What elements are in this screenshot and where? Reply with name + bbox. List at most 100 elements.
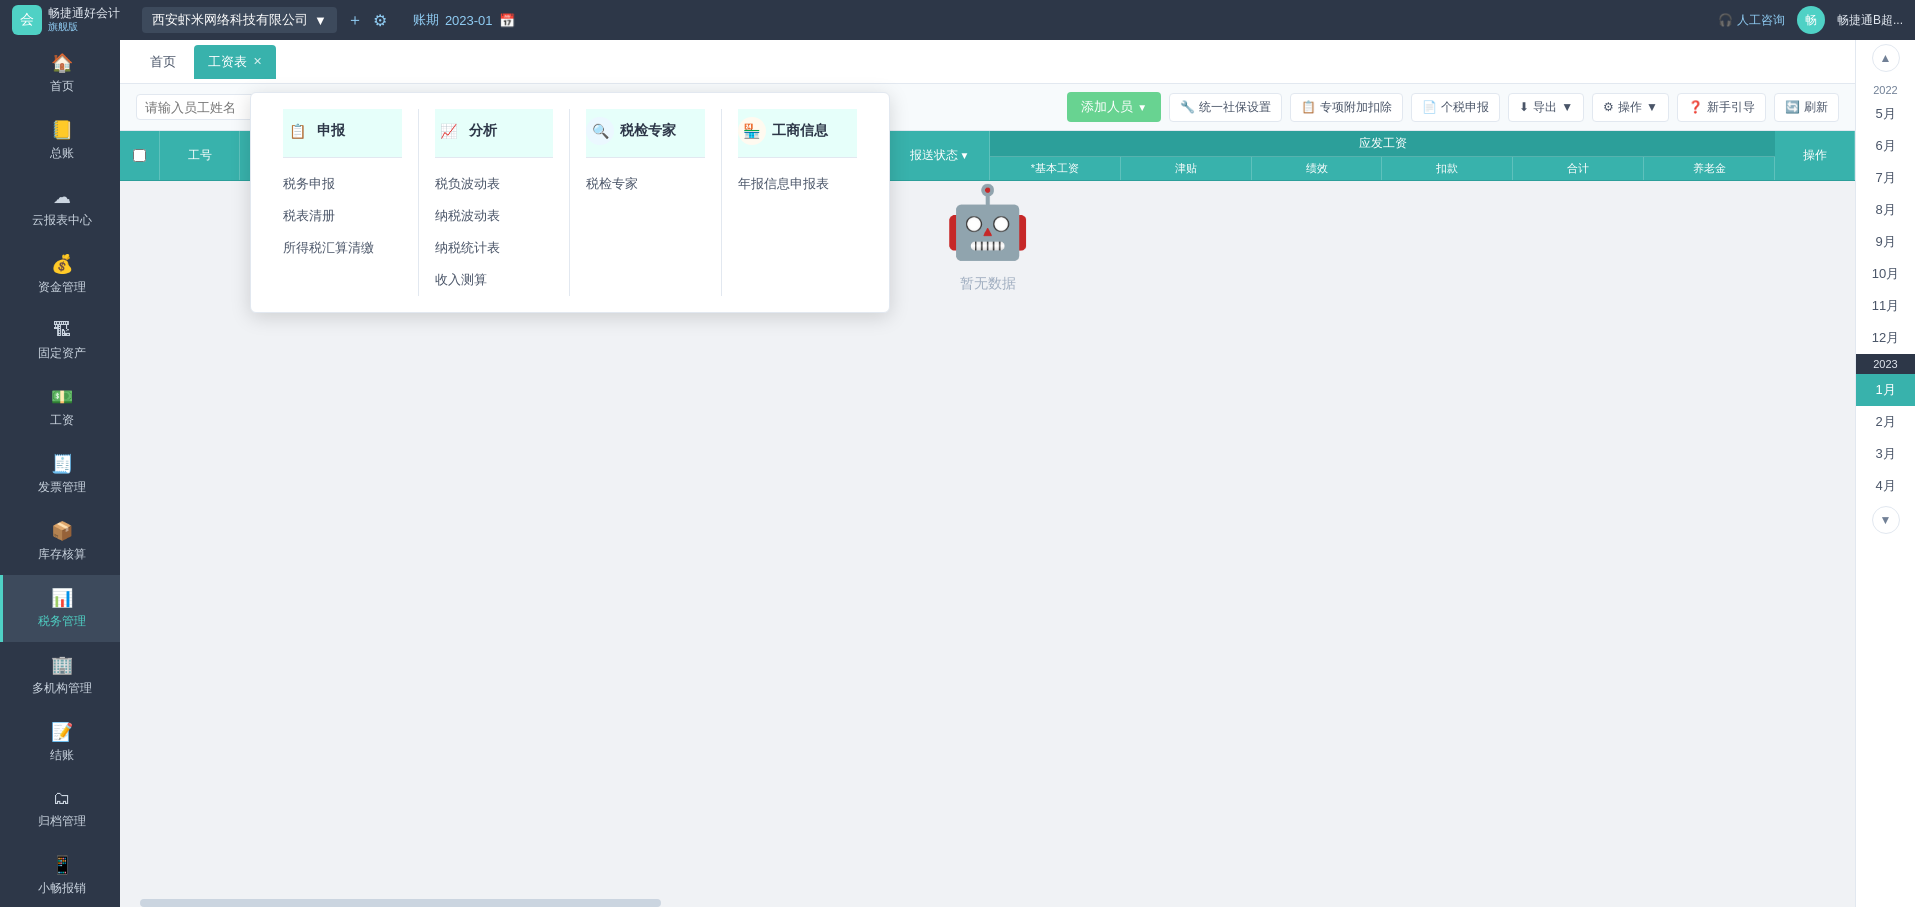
- logo-sub: 旗舰版: [48, 20, 120, 34]
- multi-org-icon: 🏢: [51, 654, 73, 676]
- content-area: 首页 工资表 ✕ 🔍 添加人员 ▼ 🔧 统一社保设置 📋: [120, 40, 1855, 907]
- logo-icon: 会: [12, 5, 42, 35]
- sidebar-tax-label: 税务管理: [38, 613, 86, 630]
- tab-salary-label: 工资表: [208, 53, 247, 71]
- tax-icon: 📊: [51, 587, 73, 609]
- sidebar-item-cloud-report[interactable]: ☁ 云报表中心: [0, 174, 120, 241]
- dropdown-header-analysis: 📈 分析: [435, 109, 554, 158]
- business-info-title: 工商信息: [772, 122, 828, 140]
- customer-service-btn[interactable]: 🎧 人工咨询: [1718, 12, 1785, 29]
- fixed-asset-icon: 🏗: [53, 320, 71, 341]
- sidebar: 🏠 首页 📒 总账 ☁ 云报表中心 💰 资金管理 🏗 固定资产 💵 工资 🧾 发…: [0, 40, 120, 907]
- salary-icon: 💵: [51, 386, 73, 408]
- sidebar-item-xiaochang[interactable]: 📱 小畅报销: [0, 842, 120, 907]
- cal-month-apr[interactable]: 4月: [1856, 470, 1915, 502]
- cal-month-jun[interactable]: 6月: [1856, 130, 1915, 162]
- cal-month-nov[interactable]: 11月: [1856, 290, 1915, 322]
- sidebar-item-multi-org[interactable]: 🏢 多机构管理: [0, 642, 120, 709]
- dropdown-header-tax-expert: 🔍 税检专家: [586, 109, 705, 158]
- cal-month-dec[interactable]: 12月: [1856, 322, 1915, 354]
- user-avatar: 畅: [1797, 6, 1825, 34]
- cal-month-jul[interactable]: 7月: [1856, 162, 1915, 194]
- calendar-icon[interactable]: 📅: [499, 13, 515, 28]
- add-company-button[interactable]: ＋: [347, 10, 363, 31]
- sidebar-fund-label: 资金管理: [38, 279, 86, 296]
- sidebar-xiaochang-label: 小畅报销: [38, 880, 86, 897]
- chevron-down-icon: ▼: [314, 13, 327, 28]
- sidebar-item-ledger[interactable]: 📒 总账: [0, 107, 120, 174]
- headset-icon: 🎧: [1718, 13, 1733, 27]
- calendar-nav-up[interactable]: ▲: [1872, 44, 1900, 72]
- dropdown-item-tax-declaration[interactable]: 税务申报: [283, 168, 402, 200]
- cal-month-sep[interactable]: 9月: [1856, 226, 1915, 258]
- dropdown-item-income-prediction[interactable]: 收入测算: [435, 264, 554, 296]
- dropdown-header-business-info: 🏪 工商信息: [738, 109, 858, 158]
- invoice-icon: 🧾: [51, 453, 73, 475]
- top-right-area: 🎧 人工咨询 畅 畅捷通B超...: [1718, 6, 1903, 34]
- cal-month-jan[interactable]: 1月: [1856, 374, 1915, 406]
- analysis-title: 分析: [469, 122, 497, 140]
- sidebar-item-fund[interactable]: 💰 资金管理: [0, 241, 120, 308]
- prev-year-label: 2022: [1856, 76, 1915, 98]
- dropdown-col-business-info: 🏪 工商信息 年报信息申报表: [722, 109, 874, 296]
- sidebar-item-salary[interactable]: 💵 工资: [0, 374, 120, 441]
- cloud-icon: ☁: [53, 186, 71, 208]
- logo: 会 畅捷通好会计 旗舰版: [12, 5, 132, 35]
- tab-salary[interactable]: 工资表 ✕: [194, 45, 276, 79]
- cal-month-aug[interactable]: 8月: [1856, 194, 1915, 226]
- sidebar-item-fixed-asset[interactable]: 🏗 固定资产: [0, 308, 120, 374]
- top-bar: 会 畅捷通好会计 旗舰版 西安虾米网络科技有限公司 ▼ ＋ ⚙ 账期 2023-…: [0, 0, 1915, 40]
- sidebar-item-invoice[interactable]: 🧾 发票管理: [0, 441, 120, 508]
- sidebar-invoice-label: 发票管理: [38, 479, 86, 496]
- sidebar-ledger-label: 总账: [50, 145, 74, 162]
- current-year-label: 2023: [1856, 354, 1915, 374]
- sidebar-multi-org-label: 多机构管理: [32, 680, 92, 697]
- cal-month-mar[interactable]: 3月: [1856, 438, 1915, 470]
- calendar-nav-down[interactable]: ▼: [1872, 506, 1900, 534]
- period-value: 2023-01: [445, 13, 493, 28]
- dropdown-panel: 📋 申报 税务申报 税表清册 所得税汇算清缴 📈 分析 税负波动表: [250, 92, 890, 313]
- dropdown-col-declaration: 📋 申报 税务申报 税表清册 所得税汇算清缴: [267, 109, 419, 296]
- sidebar-item-archive[interactable]: 🗂 归档管理: [0, 776, 120, 842]
- dropdown-grid: 📋 申报 税务申报 税表清册 所得税汇算清缴 📈 分析 税负波动表: [267, 109, 873, 296]
- dropdown-item-income-tax[interactable]: 所得税汇算清缴: [283, 232, 402, 264]
- business-info-icon: 🏪: [738, 117, 766, 145]
- sidebar-settlement-label: 结账: [50, 747, 74, 764]
- sidebar-fixed-asset-label: 固定资产: [38, 345, 86, 362]
- customer-service-label: 人工咨询: [1737, 12, 1785, 29]
- sidebar-item-tax[interactable]: 📊 税务管理: [0, 575, 120, 642]
- scrollbar-thumb[interactable]: [140, 899, 661, 907]
- sidebar-salary-label: 工资: [50, 412, 74, 429]
- archive-icon: 🗂: [53, 788, 71, 809]
- settings-icon[interactable]: ⚙: [373, 11, 387, 30]
- dropdown-item-tax-payment-fluctuation[interactable]: 纳税波动表: [435, 200, 554, 232]
- horizontal-scrollbar[interactable]: [120, 899, 1855, 907]
- dropdown-item-tax-check[interactable]: 税检专家: [586, 168, 705, 200]
- company-selector[interactable]: 西安虾米网络科技有限公司 ▼: [142, 7, 337, 33]
- dropdown-item-tax-statistics[interactable]: 纳税统计表: [435, 232, 554, 264]
- current-year-section: 2023 1月 2月 3月 4月: [1856, 354, 1915, 502]
- sidebar-item-inventory[interactable]: 📦 库存核算: [0, 508, 120, 575]
- period-display: 账期 2023-01 📅: [413, 11, 515, 29]
- sidebar-item-settlement[interactable]: 📝 结账: [0, 709, 120, 776]
- dropdown-header-declaration: 📋 申报: [283, 109, 402, 158]
- declaration-title: 申报: [317, 122, 345, 140]
- fund-icon: 💰: [51, 253, 73, 275]
- settlement-icon: 📝: [51, 721, 73, 743]
- dropdown-item-tax-fluctuation[interactable]: 税负波动表: [435, 168, 554, 200]
- ledger-icon: 📒: [51, 119, 73, 141]
- tax-expert-title: 税检专家: [620, 122, 676, 140]
- cal-month-oct[interactable]: 10月: [1856, 258, 1915, 290]
- cal-month-feb[interactable]: 2月: [1856, 406, 1915, 438]
- dropdown-item-tax-form[interactable]: 税表清册: [283, 200, 402, 232]
- prev-year-section: 2022 5月 6月 7月 8月 9月 10月 11月 12月: [1856, 76, 1915, 354]
- tab-close-icon[interactable]: ✕: [253, 55, 262, 68]
- main-layout: 🏠 首页 📒 总账 ☁ 云报表中心 💰 资金管理 🏗 固定资产 💵 工资 🧾 发…: [0, 40, 1915, 907]
- dropdown-item-annual-report[interactable]: 年报信息申报表: [738, 168, 858, 200]
- dropdown-menu: 📋 申报 税务申报 税表清册 所得税汇算清缴 📈 分析 税负波动表: [120, 84, 1855, 321]
- dropdown-col-analysis: 📈 分析 税负波动表 纳税波动表 纳税统计表 收入测算: [419, 109, 571, 296]
- sidebar-item-home[interactable]: 🏠 首页: [0, 40, 120, 107]
- analysis-icon: 📈: [435, 117, 463, 145]
- tab-home[interactable]: 首页: [136, 45, 190, 79]
- cal-month-may[interactable]: 5月: [1856, 98, 1915, 130]
